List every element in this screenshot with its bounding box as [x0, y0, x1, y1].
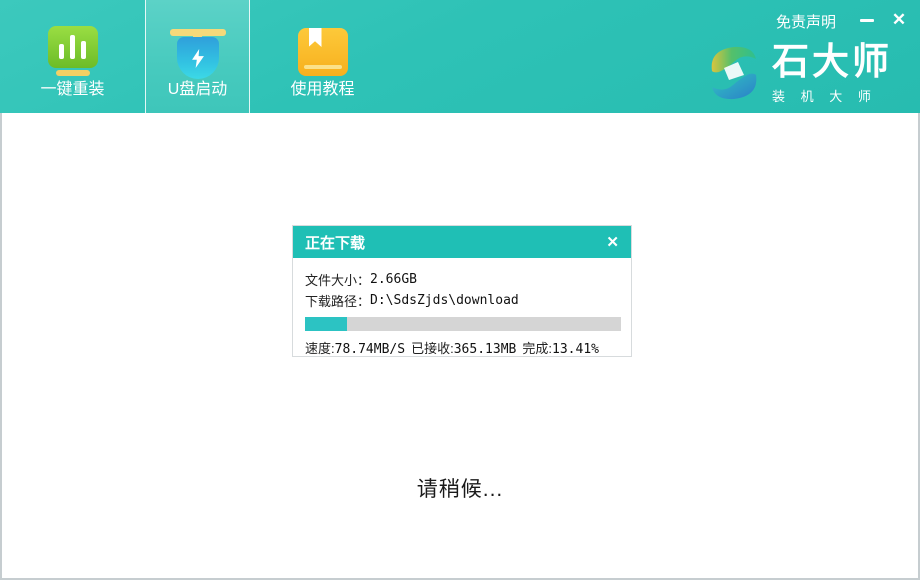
lightning-icon	[192, 49, 204, 68]
logo-icon	[704, 42, 764, 104]
tab-tutorial[interactable]: 使用教程	[270, 0, 375, 113]
tab-bar: 一键重装 U盘启动 使用教程	[20, 0, 395, 113]
file-size-value: 2.66GB	[370, 272, 417, 287]
dialog-title: 正在下载	[305, 232, 365, 253]
download-path-label: 下载路径：	[305, 291, 370, 310]
stats-row: 速度:78.74MB/S 已接收:365.13MB 完成:13.41%	[305, 338, 619, 357]
progress-fill	[305, 317, 347, 331]
tab-one-key-reinstall[interactable]: 一键重装	[20, 0, 125, 113]
minimize-button[interactable]	[854, 8, 880, 32]
download-path-row: 下载路径： D:\SdsZjds\download	[305, 290, 619, 311]
download-dialog: 正在下载 ✕ 文件大小： 2.66GB 下载路径： D:\SdsZjds\dow…	[292, 225, 632, 357]
logo-subtitle: 装 机 大 师	[772, 86, 892, 105]
usb-drive-icon	[170, 26, 226, 75]
bar-chart-icon	[45, 26, 101, 75]
done-stat: 完成:13.41%	[522, 338, 599, 357]
dialog-body: 文件大小： 2.66GB 下载路径： D:\SdsZjds\download 速…	[293, 258, 631, 357]
dialog-close-icon[interactable]: ✕	[606, 233, 619, 251]
minimize-icon	[860, 19, 874, 22]
status-text: 请稍候...	[2, 473, 918, 503]
header: 一键重装 U盘启动 使用教程	[0, 0, 920, 113]
download-path-value: D:\SdsZjds\download	[370, 293, 519, 308]
file-size-label: 文件大小：	[305, 270, 370, 289]
speed-stat: 速度:78.74MB/S	[305, 338, 405, 357]
logo: 石大师 装 机 大 师	[704, 42, 892, 105]
tab-label: 一键重装	[40, 75, 104, 99]
disclaimer-link[interactable]: 免责声明	[776, 11, 836, 32]
app-window: 一键重装 U盘启动 使用教程	[0, 0, 920, 580]
book-icon	[295, 26, 351, 75]
file-size-row: 文件大小： 2.66GB	[305, 269, 619, 290]
progress-bar	[305, 317, 621, 331]
received-stat: 已接收:365.13MB	[411, 338, 516, 357]
close-button[interactable]: ✕	[886, 8, 912, 32]
dialog-titlebar: 正在下载 ✕	[293, 226, 631, 258]
logo-title: 石大师	[772, 42, 892, 83]
tab-usb-boot[interactable]: U盘启动	[145, 0, 250, 113]
main-area: 正在下载 ✕ 文件大小： 2.66GB 下载路径： D:\SdsZjds\dow…	[0, 113, 920, 580]
tab-label: 使用教程	[290, 75, 354, 99]
